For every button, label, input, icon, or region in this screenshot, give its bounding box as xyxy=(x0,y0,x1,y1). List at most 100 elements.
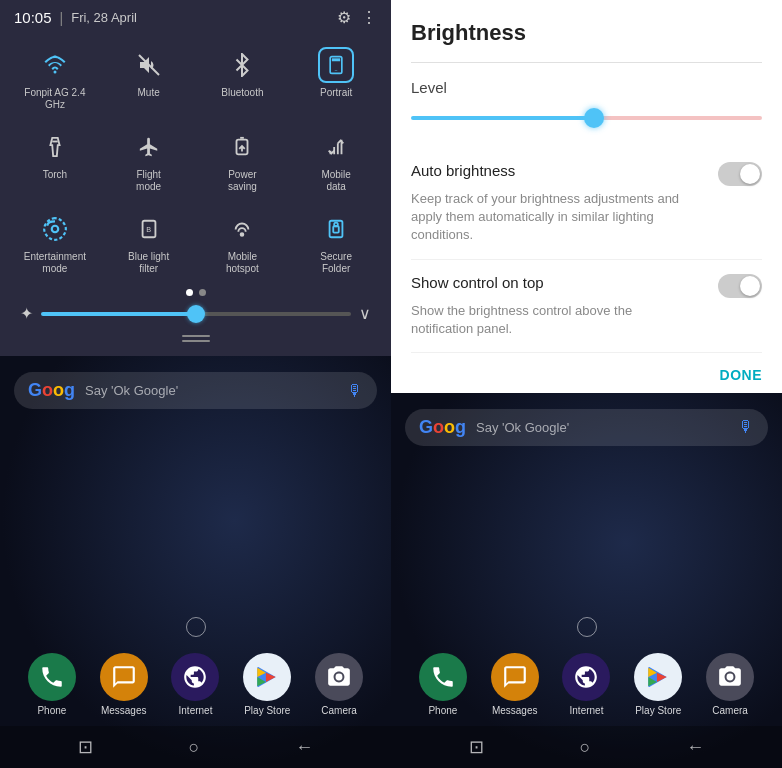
bluetooth-icon xyxy=(224,47,260,83)
qs-secure[interactable]: SecureFolder xyxy=(289,201,383,283)
playstore-label-left: Play Store xyxy=(244,705,290,716)
nav-back-right[interactable]: ← xyxy=(686,737,704,758)
dock-messages-right[interactable]: Messages xyxy=(491,653,539,716)
qs-hotspot[interactable]: Mobilehotspot xyxy=(196,201,290,283)
nav-recent-left[interactable]: ⊡ xyxy=(78,736,93,758)
qs-bluelight[interactable]: B Blue lightfilter xyxy=(102,201,196,283)
phone-label-left: Phone xyxy=(37,705,66,716)
qs-bluetooth[interactable]: Bluetooth xyxy=(196,37,290,119)
playstore-app-icon-right[interactable] xyxy=(634,653,682,701)
auto-brightness-toggle[interactable] xyxy=(718,162,762,186)
auto-brightness-label: Auto brightness xyxy=(411,162,515,179)
hotspot-icon xyxy=(224,211,260,247)
settings-icon[interactable]: ⚙ xyxy=(337,8,351,27)
phone-app-icon-left[interactable] xyxy=(28,653,76,701)
google-search-bar-right[interactable]: Goog Say 'Ok Google' 🎙 xyxy=(405,409,768,446)
hotspot-label: Mobilehotspot xyxy=(226,251,259,275)
done-row: DONE xyxy=(411,353,762,393)
dock-phone-left[interactable]: Phone xyxy=(28,653,76,716)
qs-flight[interactable]: Flightmode xyxy=(102,119,196,201)
camera-app-icon-left[interactable] xyxy=(315,653,363,701)
home-indicator-left xyxy=(0,599,391,645)
brightness-thumb[interactable] xyxy=(187,305,205,323)
svg-text:B: B xyxy=(146,225,151,234)
brightness-slider[interactable] xyxy=(41,305,351,323)
mute-icon xyxy=(131,47,167,83)
show-control-option: Show control on top Show the brightness … xyxy=(411,260,762,353)
dock-messages-left[interactable]: Messages xyxy=(100,653,148,716)
show-control-toggle[interactable] xyxy=(718,274,762,298)
dock-phone-right[interactable]: Phone xyxy=(419,653,467,716)
camera-app-icon-right[interactable] xyxy=(706,653,754,701)
secure-icon xyxy=(318,211,354,247)
flight-label: Flightmode xyxy=(136,169,161,193)
mic-icon-right[interactable]: 🎙 xyxy=(738,418,754,436)
svg-point-0 xyxy=(53,71,56,74)
more-icon[interactable]: ⋮ xyxy=(361,8,377,27)
qs-power[interactable]: Powersaving xyxy=(196,119,290,201)
google-logo-right: Goog xyxy=(419,417,466,438)
dock-camera-right[interactable]: Camera xyxy=(706,653,754,716)
show-control-desc: Show the brightness control above the no… xyxy=(411,302,691,338)
nav-home-left[interactable]: ○ xyxy=(189,737,200,758)
nav-back-left[interactable]: ← xyxy=(295,737,313,758)
dock-playstore-right[interactable]: Play Store xyxy=(634,653,682,716)
brightness-sun-icon: ✦ xyxy=(20,304,33,323)
qs-portrait[interactable]: Portrait xyxy=(289,37,383,119)
qs-entertainment[interactable]: Entertainmentmode xyxy=(8,201,102,283)
done-button[interactable]: DONE xyxy=(720,367,762,383)
drag-lines xyxy=(182,335,210,342)
nav-home-right[interactable]: ○ xyxy=(580,737,591,758)
internet-app-icon-left[interactable] xyxy=(171,653,219,701)
status-date: Fri, 28 April xyxy=(71,10,137,25)
nav-bar-right: ⊡ ○ ← xyxy=(391,726,782,768)
page-dots xyxy=(8,283,383,300)
nav-bar-left: ⊡ ○ ← xyxy=(0,726,391,768)
secure-label: SecureFolder xyxy=(320,251,352,275)
auto-brightness-desc: Keep track of your brightness adjustment… xyxy=(411,190,691,245)
qs-grid: Fonpit AG 2.4GHz Mute xyxy=(8,37,383,283)
dock-playstore-left[interactable]: Play Store xyxy=(243,653,291,716)
auto-brightness-option: Auto brightness Keep track of your brigh… xyxy=(411,148,762,260)
google-search-bar-left[interactable]: Goog Say 'Ok Google' 🎙 xyxy=(14,372,377,409)
show-control-title-row: Show control on top xyxy=(411,274,762,298)
bluelight-label: Blue lightfilter xyxy=(128,251,169,275)
svg-point-9 xyxy=(52,226,59,233)
flight-icon xyxy=(131,129,167,165)
messages-app-icon-left[interactable] xyxy=(100,653,148,701)
drag-handle xyxy=(8,331,383,348)
qs-mobile[interactable]: Mobiledata xyxy=(289,119,383,201)
dock-internet-left[interactable]: Internet xyxy=(171,653,219,716)
playstore-app-icon-left[interactable] xyxy=(243,653,291,701)
mic-icon-left[interactable]: 🎙 xyxy=(347,382,363,400)
bp-thumb[interactable] xyxy=(584,108,604,128)
torch-label: Torch xyxy=(43,169,67,181)
power-saving-icon xyxy=(224,129,260,165)
search-hint-right: Say 'Ok Google' xyxy=(476,420,728,435)
auto-brightness-title-row: Auto brightness xyxy=(411,162,762,186)
mute-label: Mute xyxy=(138,87,160,99)
internet-label-right: Internet xyxy=(570,705,604,716)
nav-recent-right[interactable]: ⊡ xyxy=(469,736,484,758)
dock-camera-left[interactable]: Camera xyxy=(315,653,363,716)
svg-rect-4 xyxy=(333,59,340,60)
camera-label-right: Camera xyxy=(712,705,748,716)
internet-app-icon-right[interactable] xyxy=(562,653,610,701)
messages-app-icon-right[interactable] xyxy=(491,653,539,701)
phone-app-icon-right[interactable] xyxy=(419,653,467,701)
brightness-level-slider[interactable] xyxy=(411,108,762,128)
qs-mute[interactable]: Mute xyxy=(102,37,196,119)
bluetooth-label: Bluetooth xyxy=(221,87,263,99)
home-circle-right[interactable] xyxy=(577,617,597,637)
quick-settings: Fonpit AG 2.4GHz Mute xyxy=(0,33,391,356)
google-logo-left: Goog xyxy=(28,380,75,401)
home-indicator-right xyxy=(391,599,782,645)
mobile-data-icon xyxy=(318,129,354,165)
left-panel: 10:05 | Fri, 28 April ⚙ ⋮ xyxy=(0,0,391,768)
qs-torch[interactable]: Torch xyxy=(8,119,102,201)
svg-point-15 xyxy=(334,223,338,227)
qs-wifi[interactable]: Fonpit AG 2.4GHz xyxy=(8,37,102,119)
dock-internet-right[interactable]: Internet xyxy=(562,653,610,716)
expand-icon[interactable]: ∨ xyxy=(359,304,371,323)
home-circle-left[interactable] xyxy=(186,617,206,637)
